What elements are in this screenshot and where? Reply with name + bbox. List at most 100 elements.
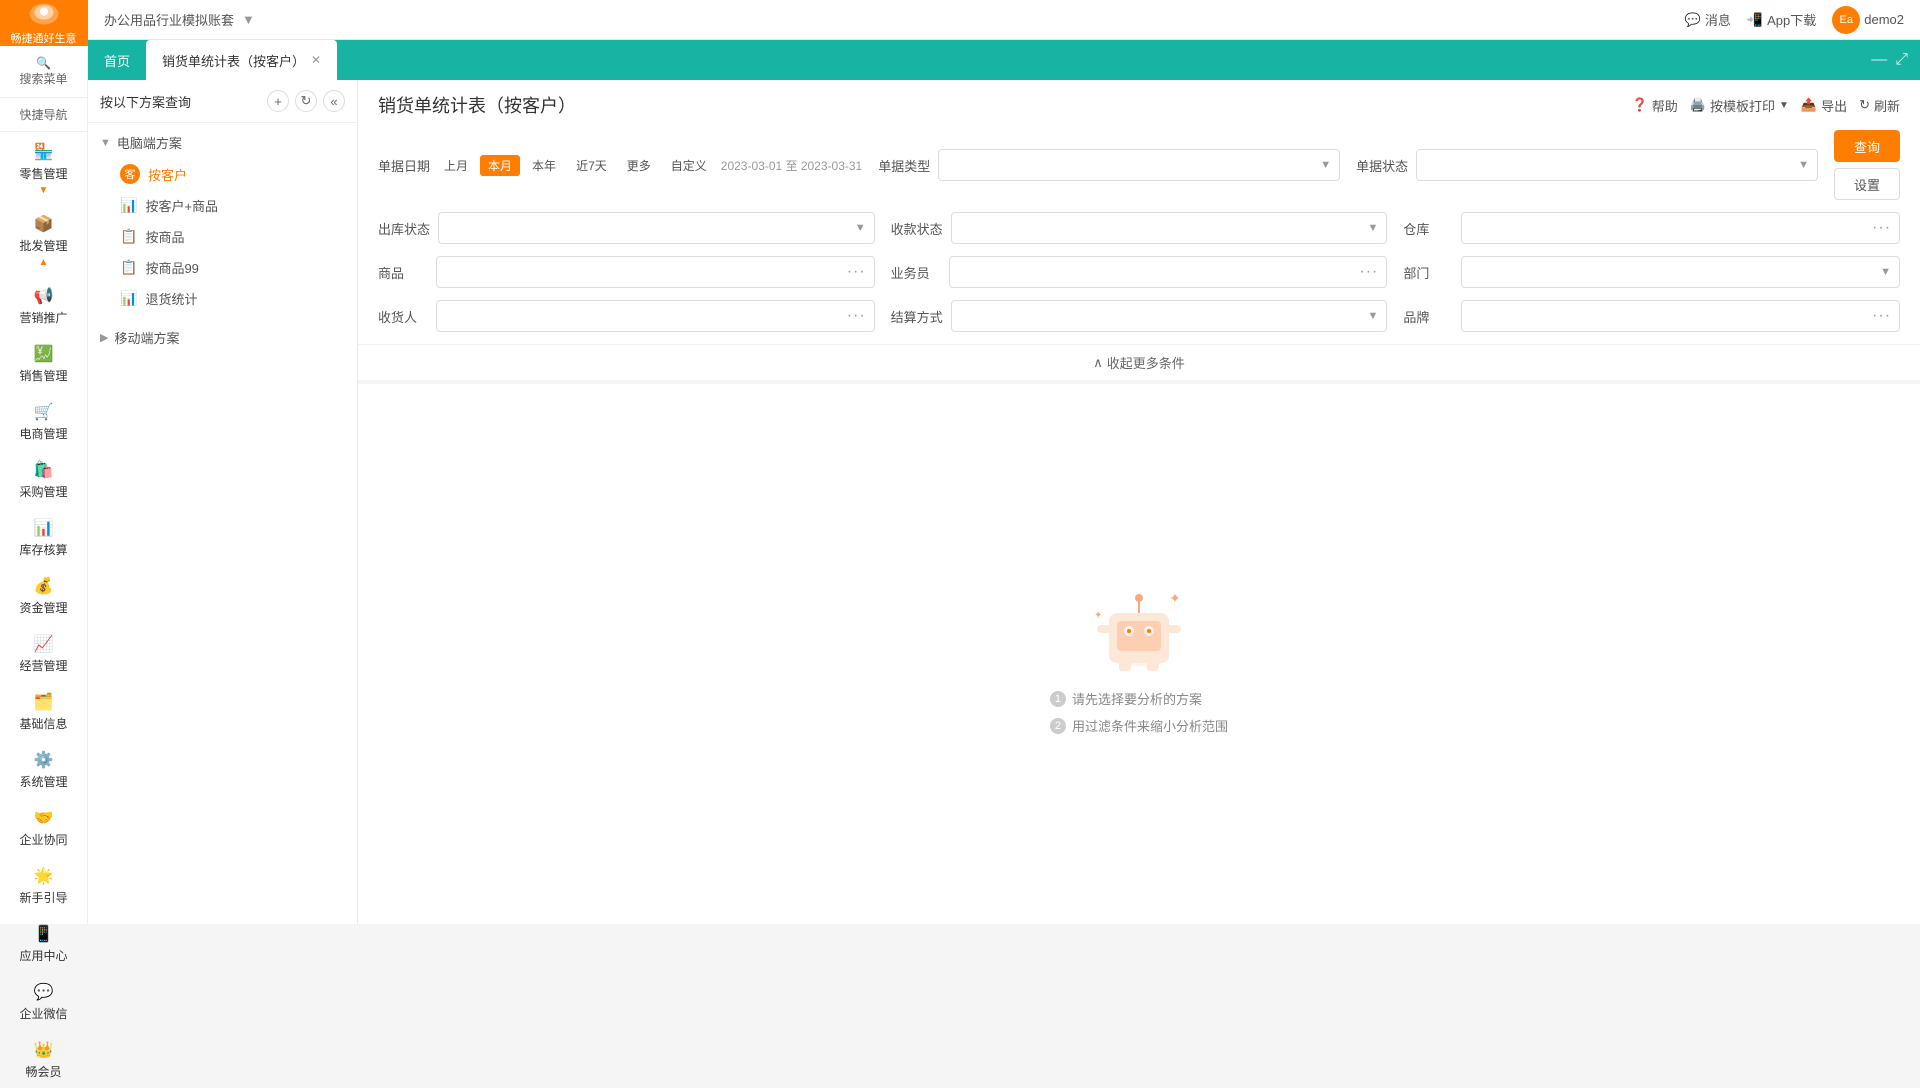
- scheme-group-mobile-header[interactable]: ▶ 移动端方案: [88, 322, 357, 353]
- scheme-item-returns-label: 退货统计: [145, 289, 197, 308]
- sidebar-item-enterprise[interactable]: 🤝 企业协同: [0, 798, 87, 856]
- user-menu[interactable]: Ea demo2: [1832, 6, 1904, 34]
- receiver-dots-icon: ···: [847, 307, 866, 325]
- payment-status-select[interactable]: ▼: [951, 212, 1388, 244]
- refresh-button[interactable]: ↻ 刷新: [1859, 96, 1900, 115]
- add-scheme-button[interactable]: +: [267, 90, 289, 112]
- help-button[interactable]: ❓ 帮助: [1632, 96, 1678, 115]
- date-tab-this-year[interactable]: 本年: [524, 155, 564, 176]
- export-label: 导出: [1821, 96, 1847, 115]
- filter-row-4: 收货人 ··· 结算方式 ▼ 品牌: [378, 300, 1900, 332]
- header-dropdown-icon[interactable]: ▼: [242, 12, 255, 27]
- date-label: 单据日期: [378, 156, 430, 175]
- page-header-actions: ❓ 帮助 🖨️ 按模板打印 ▼ 📤 导出 ↻ 刷新: [1632, 96, 1900, 115]
- sidebar-item-finance[interactable]: 💰 资金管理: [0, 566, 87, 624]
- scheme-item-goods99[interactable]: 📋 按商品99: [88, 252, 357, 283]
- tab-sales-stats[interactable]: 销货单统计表（按客户） ✕: [146, 40, 337, 80]
- refresh-icon: ↻: [1859, 97, 1870, 113]
- doc-status-select[interactable]: ▼: [1416, 149, 1818, 181]
- export-button[interactable]: 📤 导出: [1801, 96, 1847, 115]
- sidebar-item-guide[interactable]: 🌟 新手引导: [0, 856, 87, 914]
- filter-row-3: 商品 ··· 业务员 ··· 部门: [378, 256, 1900, 288]
- header-right: 💬 消息 📲 App下载 Ea demo2: [1685, 6, 1904, 34]
- scheme-item-returns[interactable]: 📊 退货统计: [88, 283, 357, 314]
- warehouse-dots-icon: ···: [1872, 219, 1891, 237]
- sidebar-item-marketing-label: 营销推广: [19, 309, 67, 326]
- print-button[interactable]: 🖨️ 按模板打印 ▼: [1690, 96, 1789, 115]
- print-label: 按模板打印: [1710, 96, 1775, 115]
- department-label: 部门: [1403, 263, 1453, 282]
- sidebar-item-wholesale[interactable]: 📦 批发管理 ▲: [0, 204, 87, 276]
- message-button[interactable]: 💬 消息: [1685, 10, 1731, 29]
- date-tab-more[interactable]: 更多: [619, 155, 659, 176]
- tab-home[interactable]: 首页: [88, 40, 146, 80]
- filter-goods: 商品 ···: [378, 256, 875, 288]
- tip-num-2: 2: [1050, 718, 1066, 734]
- tip-text-1: 请先选择要分析的方案: [1072, 689, 1202, 708]
- filter-receiver: 收货人 ···: [378, 300, 875, 332]
- sidebar-item-system[interactable]: ⚙️ 系统管理: [0, 740, 87, 798]
- date-tabs: 上月 本月 本年 近7天 更多 自定义: [436, 155, 715, 176]
- date-tab-7days[interactable]: 近7天: [568, 155, 615, 176]
- tab-minimize-icon[interactable]: —: [1871, 51, 1887, 69]
- sidebar-item-ecommerce-label: 电商管理: [19, 425, 67, 442]
- scheme-item-customer-goods[interactable]: 📊 按客户+商品: [88, 190, 357, 221]
- query-button[interactable]: 查询: [1834, 130, 1900, 162]
- tab-maximize-icon[interactable]: ⤢: [1895, 51, 1908, 69]
- receiver-select[interactable]: ···: [436, 300, 875, 332]
- download-icon: 📲: [1747, 12, 1763, 28]
- date-tab-custom[interactable]: 自定义: [663, 155, 715, 176]
- out-status-select[interactable]: ▼: [438, 212, 875, 244]
- sidebar-item-apps[interactable]: 📱 应用中心: [0, 914, 87, 972]
- brand-label: 品牌: [1403, 307, 1453, 326]
- sidebar-item-purchase[interactable]: 🛍️ 采购管理: [0, 450, 87, 508]
- scheme-item-icon: 📊: [120, 197, 137, 214]
- sidebar-nav-shortcuts[interactable]: 快捷导航: [0, 98, 87, 132]
- brand-select[interactable]: ···: [1461, 300, 1900, 332]
- panel-actions: + ↻ «: [267, 90, 345, 112]
- warehouse-select[interactable]: ···: [1461, 212, 1900, 244]
- filter-warehouse: 仓库 ···: [1403, 212, 1900, 244]
- tab-close-icon[interactable]: ✕: [311, 53, 321, 67]
- sidebar-search[interactable]: 🔍 电脑端方案 搜索菜单: [0, 46, 87, 98]
- sidebar-item-sales[interactable]: 💹 销售管理: [0, 334, 87, 392]
- print-icon: 🖨️: [1690, 97, 1706, 113]
- refresh-scheme-button[interactable]: ↻: [295, 90, 317, 112]
- settings-button[interactable]: 设置: [1834, 168, 1900, 200]
- settlement-select[interactable]: ▼: [951, 300, 1388, 332]
- sidebar-item-retail[interactable]: 🏪 零售管理 ▼: [0, 132, 87, 204]
- out-status-label: 出库状态: [378, 219, 430, 238]
- scheme-item-icon-3: 📋: [120, 259, 137, 276]
- scheme-item-by-customer[interactable]: 客 按客户: [88, 158, 357, 190]
- sidebar-item-member[interactable]: 👑 畅会员: [0, 1030, 87, 1088]
- right-content: 销货单统计表（按客户） ❓ 帮助 🖨️ 按模板打印 ▼ 📤 导出: [358, 80, 1920, 924]
- sidebar-item-operations[interactable]: 📈 经营管理: [0, 624, 87, 682]
- goods-select[interactable]: ···: [436, 256, 875, 288]
- salesperson-select[interactable]: ···: [949, 256, 1388, 288]
- date-tab-this-month[interactable]: 本月: [480, 155, 520, 176]
- left-panel-title: 按以下方案查询: [100, 92, 259, 111]
- sidebar-item-system-label: 系统管理: [19, 773, 67, 790]
- doc-type-select[interactable]: ▼: [938, 149, 1340, 181]
- scheme-group-pc-header[interactable]: ▼ 电脑端方案: [88, 127, 357, 158]
- scheme-item-customer-goods-label: 按客户+商品: [145, 196, 218, 215]
- logo-text: 畅捷通好生意: [11, 30, 77, 46]
- date-tab-last-month[interactable]: 上月: [436, 155, 476, 176]
- sidebar-item-basic[interactable]: 🗂️ 基础信息: [0, 682, 87, 740]
- sidebar-item-wechat[interactable]: 💬 企业微信: [0, 972, 87, 1030]
- ecommerce-icon: 🛒: [34, 402, 54, 422]
- app-download-label: App下载: [1767, 10, 1816, 29]
- empty-state: ✦ ✦ 1 请先选择要分析的方案 2 用过滤条件来缩小分析范围: [358, 384, 1920, 924]
- sales-icon: 💹: [34, 344, 54, 364]
- scheme-item-by-goods[interactable]: 📋 按商品: [88, 221, 357, 252]
- department-select[interactable]: ▼: [1461, 256, 1900, 288]
- scheme-item-goods99-label: 按商品99: [145, 258, 198, 277]
- collapse-bar[interactable]: ∧ 收起更多条件: [358, 344, 1920, 380]
- empty-tips: 1 请先选择要分析的方案 2 用过滤条件来缩小分析范围: [1050, 689, 1228, 735]
- app-download-button[interactable]: 📲 App下载: [1747, 10, 1816, 29]
- sidebar-item-inventory[interactable]: 📊 库存核算: [0, 508, 87, 566]
- wholesale-icon: 📦: [34, 214, 54, 234]
- sidebar-item-marketing[interactable]: 📢 营销推广: [0, 276, 87, 334]
- collapse-panel-button[interactable]: «: [323, 90, 345, 112]
- sidebar-item-ecommerce[interactable]: 🛒 电商管理: [0, 392, 87, 450]
